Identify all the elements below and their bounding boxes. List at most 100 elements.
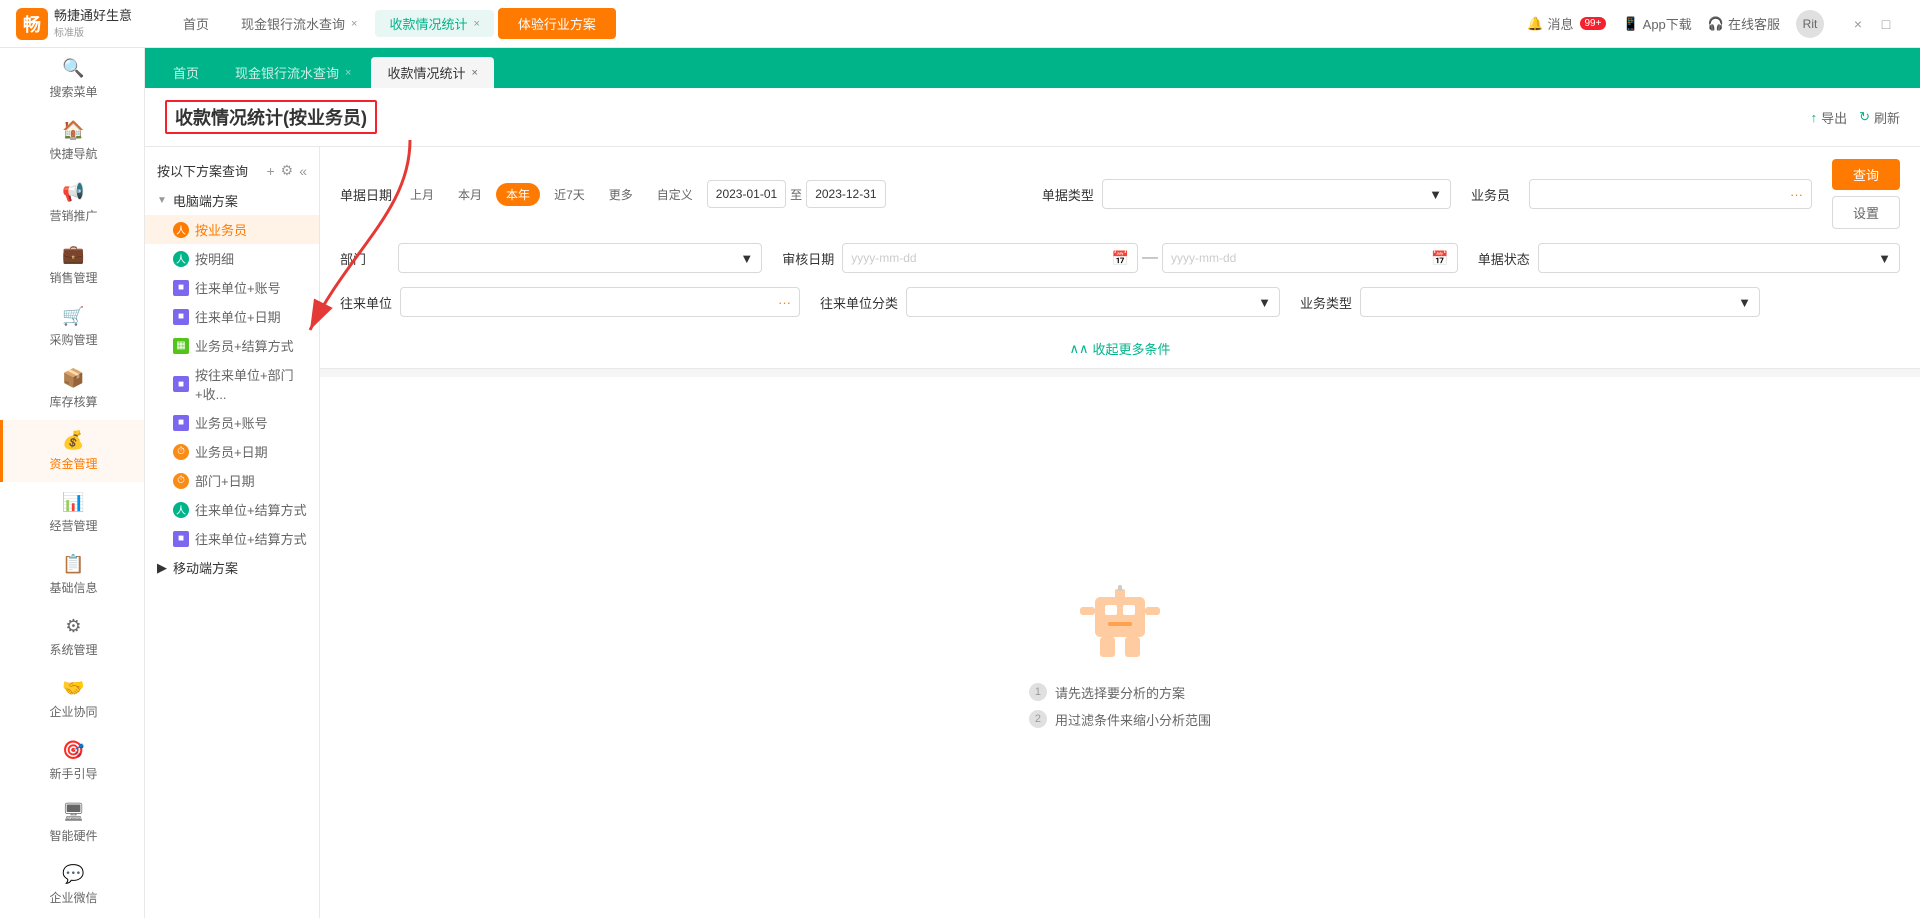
scheme-item-salesperson-payment[interactable]: ▦ 业务员+结算方式 (145, 331, 319, 360)
empty-area: 1 请先选择要分析的方案 2 用过滤条件来缩小分析范围 (320, 377, 1920, 918)
query-btn[interactable]: 查询 (1832, 159, 1900, 190)
scheme-item-partner-payment2[interactable]: ■ 往来单位+结算方式 (145, 524, 319, 553)
status-label: 单据状态 (1478, 249, 1530, 268)
arrow-right-icon: ▶ (157, 560, 167, 576)
partner-select[interactable]: ··· (400, 287, 800, 317)
audit-date-to[interactable]: yyyy-mm-dd 📅 (1162, 243, 1458, 273)
scheme-item-partner-payment1[interactable]: 人 往来单位+结算方式 (145, 495, 319, 524)
date-tab-thismonth[interactable]: 本月 (448, 183, 492, 206)
sidebar-item-operations[interactable]: 📊 经营管理 (0, 482, 144, 544)
collapse-bar[interactable]: ∧∧ 收起更多条件 (320, 329, 1920, 369)
scheme-item-icon-5: ■ (173, 376, 189, 392)
content-tab-receipt[interactable]: 收款情况统计 × (371, 57, 493, 88)
logo-icon: 畅 (16, 8, 48, 40)
sidebar-item-inventory[interactable]: 📦 库存核算 (0, 358, 144, 420)
scheme-item-salesperson-date[interactable]: ⏱ 业务员+日期 (145, 437, 319, 466)
scheme-item-partner-date[interactable]: ■ 往来单位+日期 (145, 302, 319, 331)
sidebar-item-enterprise[interactable]: 🤝 企业协同 (0, 668, 144, 730)
date-from-input[interactable]: 2023-01-01 (707, 180, 786, 208)
scheme-panel-header: 按以下方案查询 + ⚙ « (145, 155, 319, 186)
query-btn-group: 查询 设置 (1832, 159, 1900, 229)
window-max-btn[interactable]: □ (1876, 14, 1896, 34)
tab-home[interactable]: 首页 (169, 10, 223, 37)
hardware-icon: 🖥 (62, 802, 85, 823)
date-tab-thisyear[interactable]: 本年 (496, 183, 540, 206)
filter-partner-cell: 往来单位 ··· (340, 287, 800, 317)
page-title: 收款情况统计(按业务员) (165, 100, 377, 134)
guide-icon: 🎯 (62, 740, 84, 761)
try-solution-btn[interactable]: 体验行业方案 (498, 8, 616, 39)
filter-partner-cat-cell: 往来单位分类 ▼ (820, 287, 1280, 317)
type-select-arrow: ▼ (1429, 187, 1442, 202)
sidebar-item-search[interactable]: 🔍 搜索菜单 (0, 48, 144, 110)
scheme-item-by-detail[interactable]: 人 按明细 (145, 244, 319, 273)
partner-cat-arrow: ▼ (1258, 295, 1271, 310)
dept-select[interactable]: ▼ (398, 243, 762, 273)
collapse-icon: ∧∧ (1069, 341, 1088, 357)
sidebar-item-guide[interactable]: 🎯 新手引导 (0, 730, 144, 792)
messages-btn[interactable]: 🔔 消息 99+ (1527, 14, 1606, 33)
partner-cat-select[interactable]: ▼ (906, 287, 1280, 317)
date-to-input[interactable]: 2023-12-31 (806, 180, 885, 208)
sidebar-item-finance[interactable]: 💰 资金管理 (0, 420, 144, 482)
salesperson-select[interactable]: ··· (1529, 179, 1812, 209)
sidebar-item-basic-info[interactable]: 📋 基础信息 (0, 544, 144, 606)
filter-status-cell: 单据状态 ▼ (1478, 243, 1900, 273)
scheme-add-btn[interactable]: + (266, 162, 274, 179)
tab-bank[interactable]: 现金银行流水查询 × (227, 10, 371, 37)
content-area: 首页 现金银行流水查询 × 收款情况统计 × 收款情况统计(按业务员) ↑ 导出… (145, 48, 1920, 918)
sidebar-item-sales[interactable]: 💼 销售管理 (0, 234, 144, 296)
tab-receipt[interactable]: 收款情况统计 × (375, 10, 493, 37)
partner-cat-label: 往来单位分类 (820, 293, 898, 312)
export-btn[interactable]: ↑ 导出 (1811, 108, 1848, 127)
date-label: 单据日期 (340, 185, 392, 204)
sidebar-item-quicknav[interactable]: 🏠 快捷导航 (0, 110, 144, 172)
top-header: 畅 畅捷通好生意 标准版 首页 现金银行流水查询 × 收款情况统计 × 体验行业… (0, 0, 1920, 48)
status-select[interactable]: ▼ (1538, 243, 1900, 273)
sidebar-item-system[interactable]: ⚙ 系统管理 (0, 606, 144, 668)
scheme-item-partner-dept[interactable]: ■ 按往来单位+部门+收... (145, 360, 319, 408)
scheme-collapse-btn[interactable]: « (299, 162, 307, 179)
date-tab-lastmonth[interactable]: 上月 (400, 183, 444, 206)
refresh-btn[interactable]: ↻ 刷新 (1859, 108, 1900, 127)
content-tab-bank[interactable]: 现金银行流水查询 × (219, 57, 367, 88)
scheme-item-dept-date[interactable]: ⏱ 部门+日期 (145, 466, 319, 495)
scheme-settings-btn[interactable]: ⚙ (281, 162, 294, 179)
scheme-item-partner-account[interactable]: ■ 往来单位+账号 (145, 273, 319, 302)
content-tab-bank-close[interactable]: × (345, 67, 351, 79)
hint-num-2: 2 (1029, 710, 1047, 728)
content-tab-home[interactable]: 首页 (157, 57, 215, 88)
refresh-icon: ↻ (1859, 109, 1870, 125)
app-download-btn[interactable]: 📱 App下载 (1622, 14, 1691, 33)
audit-date-from[interactable]: yyyy-mm-dd 📅 (842, 243, 1138, 273)
date-tab-more[interactable]: 更多 (599, 183, 643, 206)
content-tab-receipt-close[interactable]: × (471, 67, 477, 79)
sidebar-item-wechat[interactable]: 💬 企业微信 (0, 854, 144, 916)
biz-type-arrow: ▼ (1738, 295, 1751, 310)
window-close-btn[interactable]: × (1848, 14, 1868, 34)
type-select[interactable]: ▼ (1102, 179, 1451, 209)
tab-bar: 首页 现金银行流水查询 × 收款情况统计 × (145, 48, 1920, 88)
status-arrow: ▼ (1878, 251, 1891, 266)
settings-btn[interactable]: 设置 (1832, 196, 1900, 229)
sidebar-item-marketing[interactable]: 📢 营销推广 (0, 172, 144, 234)
empty-hints: 1 请先选择要分析的方案 2 用过滤条件来缩小分析范围 (1029, 683, 1211, 729)
scheme-item-by-salesperson[interactable]: 人 按业务员 (145, 215, 319, 244)
sidebar: 🔍 搜索菜单 🏠 快捷导航 📢 营销推广 💼 销售管理 🛒 采购管理 📦 库存核… (0, 48, 145, 918)
date-tab-custom[interactable]: 自定义 (647, 183, 703, 206)
tab-receipt-close[interactable]: × (473, 18, 479, 30)
online-service-btn[interactable]: 🎧 在线客服 (1708, 14, 1780, 33)
tab-bank-close[interactable]: × (351, 18, 357, 30)
scheme-item-salesperson-account[interactable]: ■ 业务员+账号 (145, 408, 319, 437)
partner-more-btn[interactable]: ··· (778, 295, 791, 310)
scheme-group-mobile-title[interactable]: ▶ 移动端方案 (145, 553, 319, 582)
date-tab-7days[interactable]: 近7天 (544, 183, 595, 206)
salesperson-more-btn[interactable]: ··· (1790, 187, 1803, 202)
scheme-group-desktop-title[interactable]: ▼ 电脑端方案 (145, 186, 319, 215)
user-avatar[interactable]: Rit (1796, 10, 1824, 38)
biz-type-select[interactable]: ▼ (1360, 287, 1760, 317)
sidebar-item-purchase[interactable]: 🛒 采购管理 (0, 296, 144, 358)
date-separator: 至 (790, 186, 802, 203)
sidebar-item-hardware[interactable]: 🖥 智能硬件 (0, 792, 144, 854)
enterprise-icon: 🤝 (62, 678, 84, 699)
